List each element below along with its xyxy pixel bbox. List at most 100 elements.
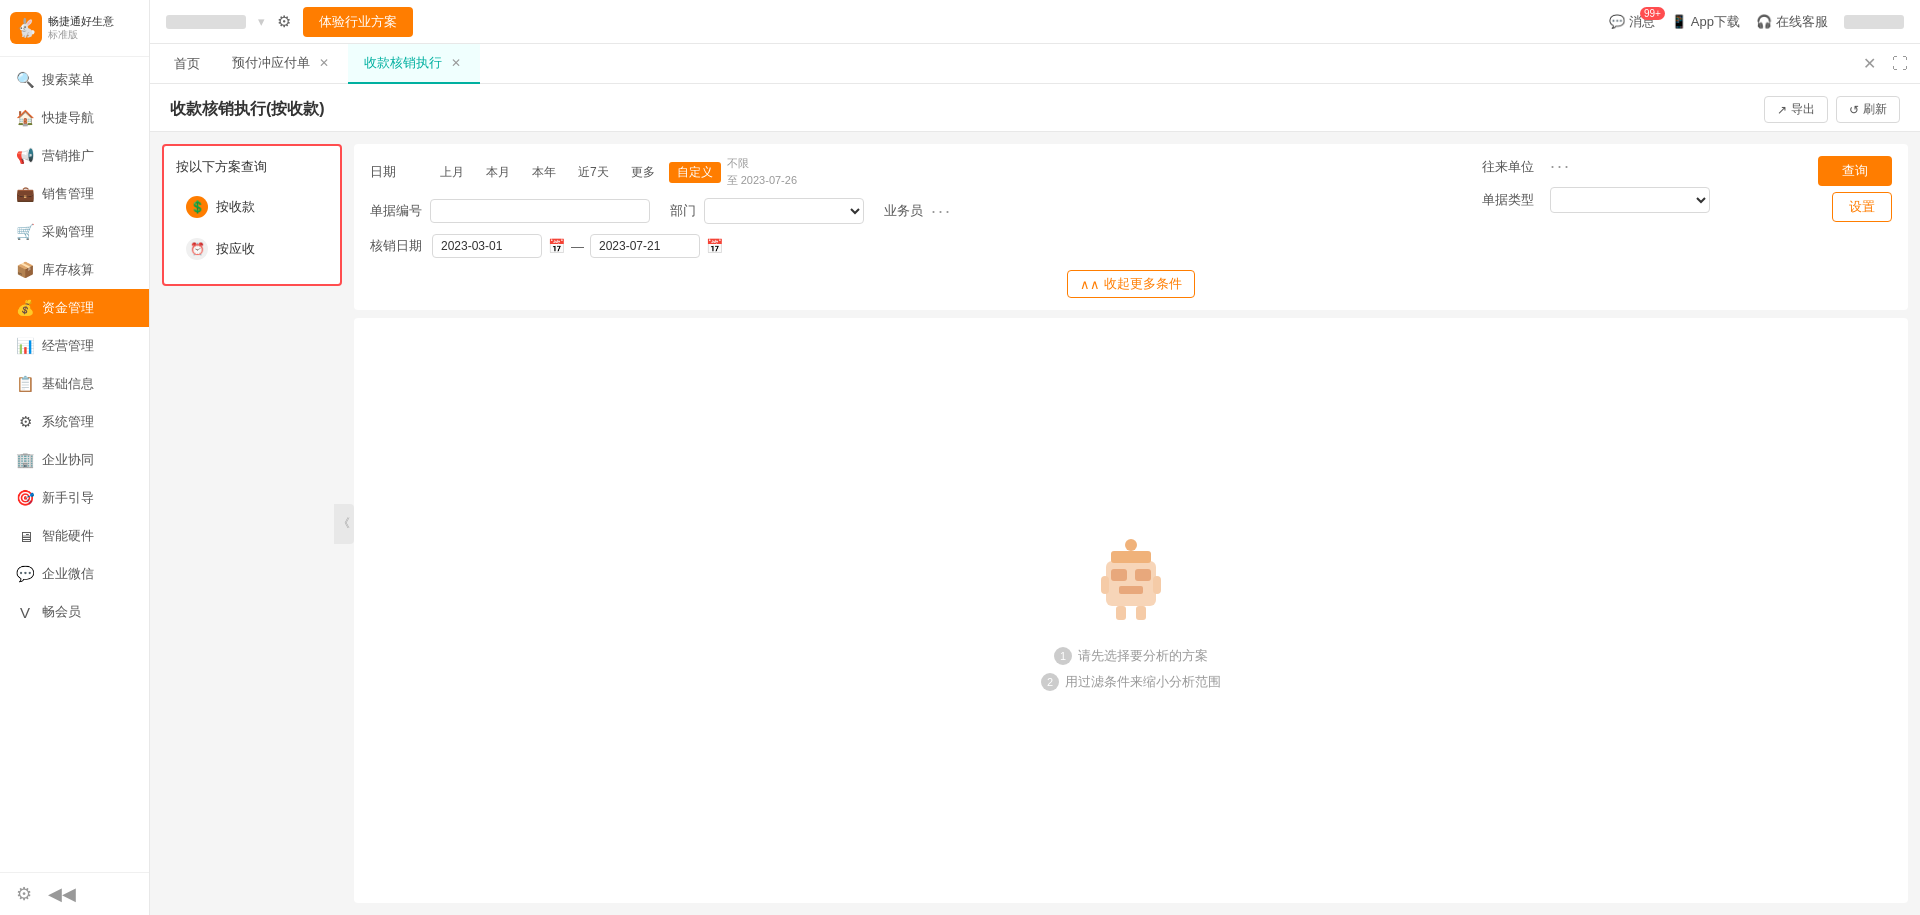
tab-home[interactable]: 首页 (158, 44, 216, 84)
page-header-actions: ↗ 导出 ↺ 刷新 (1764, 96, 1900, 123)
date-until-label: 至 2023-07-26 (727, 173, 797, 188)
sidebar-item-label: 畅会员 (42, 603, 81, 621)
order-type-group: 单据类型 (1482, 187, 1802, 213)
solution-button[interactable]: 体验行业方案 (303, 7, 413, 37)
sidebar-item-base-info[interactable]: 📋 基础信息 (0, 365, 149, 403)
order-no-input[interactable] (430, 199, 650, 223)
sidebar-item-label: 快捷导航 (42, 109, 94, 127)
online-service[interactable]: 🎧 在线客服 (1756, 13, 1828, 31)
dept-select[interactable] (704, 198, 864, 224)
cal-end-icon[interactable]: 📅 (706, 238, 723, 254)
empty-illustration (1081, 531, 1181, 631)
counterparty-group: 往来单位 ··· (1482, 156, 1802, 177)
main-area: ▾ ⚙ 体验行业方案 💬 消息 99+ 📱 App下载 🎧 在线客服 首页 (150, 0, 1920, 915)
this-year-btn[interactable]: 本年 (524, 162, 564, 183)
verify-date-start-input[interactable] (432, 234, 542, 258)
tabbar-actions: ✕ ⛶ (1859, 50, 1912, 77)
sidebar-item-business[interactable]: 📊 经营管理 (0, 327, 149, 365)
sidebar-item-inventory[interactable]: 📦 库存核算 (0, 251, 149, 289)
sidebar-item-hardware[interactable]: 🖥 智能硬件 (0, 517, 149, 555)
last-7days-btn[interactable]: 近7天 (570, 162, 617, 183)
not-limited-label: 不限 (727, 156, 797, 171)
sidebar-item-finance[interactable]: 💰 资金管理 (0, 289, 149, 327)
sidebar-item-marketing[interactable]: 📢 营销推广 (0, 137, 149, 175)
query-panel-title: 按以下方案查询 (176, 158, 328, 176)
svg-rect-3 (1119, 586, 1143, 594)
query-by-receipt[interactable]: 💲 按收款 (176, 188, 328, 226)
search-icon: 🔍 (16, 71, 34, 89)
tip-num-2: 2 (1041, 673, 1059, 691)
dept-label: 部门 (670, 202, 696, 220)
date-separator: — (571, 239, 584, 254)
right-content: 日期 上月 本月 本年 近7天 更多 自定义 (342, 132, 1920, 915)
receipt-icon: 💲 (186, 196, 208, 218)
settings-icon[interactable]: ⚙ (16, 883, 32, 905)
sidebar-item-sales[interactable]: 💼 销售管理 (0, 175, 149, 213)
sidebar-item-label: 营销推广 (42, 147, 94, 165)
member-icon: V (16, 603, 34, 621)
sidebar-item-enterprise[interactable]: 🏢 企业协同 (0, 441, 149, 479)
app-download[interactable]: 📱 App下载 (1671, 13, 1740, 31)
verify-date-end-input[interactable] (590, 234, 700, 258)
sidebar-item-label: 智能硬件 (42, 527, 94, 545)
settings-button[interactable]: 设置 (1832, 192, 1892, 222)
sidebar-item-wechat[interactable]: 💬 企业微信 (0, 555, 149, 593)
query-button[interactable]: 查询 (1818, 156, 1892, 186)
sidebar-item-quick-nav[interactable]: 🏠 快捷导航 (0, 99, 149, 137)
date-label: 日期 (370, 163, 426, 181)
query-by-receivable[interactable]: ⏰ 按应收 (176, 230, 328, 268)
more-conditions-toggle[interactable]: ∧∧ 收起更多条件 (1067, 270, 1195, 298)
tab-close-receipt[interactable]: ✕ (448, 55, 464, 71)
sidebar-item-label: 搜索菜单 (42, 71, 94, 89)
sidebar-item-label: 库存核算 (42, 261, 94, 279)
sidebar-item-beginner[interactable]: 🎯 新手引导 (0, 479, 149, 517)
logo-text: 畅捷通好生意 (48, 14, 114, 28)
topbar-gear-icon[interactable]: ⚙ (277, 12, 291, 31)
refresh-icon: ↺ (1849, 103, 1859, 117)
sidebar-item-system[interactable]: ⚙ 系统管理 (0, 403, 149, 441)
sidebar-item-label: 经营管理 (42, 337, 94, 355)
sidebar-item-purchase[interactable]: 🛒 采购管理 (0, 213, 149, 251)
cal-start-icon[interactable]: 📅 (548, 238, 565, 254)
export-button[interactable]: ↗ 导出 (1764, 96, 1828, 123)
collapse-icon[interactable]: ◀◀ (48, 883, 76, 905)
order-no-label: 单据编号 (370, 202, 422, 220)
sidebar-item-label: 企业微信 (42, 565, 94, 583)
custom-date-badge[interactable]: 自定义 (669, 162, 721, 183)
panel-collapse-button[interactable]: 《 (334, 504, 354, 544)
svg-rect-7 (1136, 606, 1146, 620)
query-panel: 按以下方案查询 💲 按收款 ⏰ 按应收 (162, 144, 342, 286)
order-type-select[interactable] (1550, 187, 1710, 213)
sidebar-item-search[interactable]: 🔍 搜索菜单 (0, 61, 149, 99)
main-content-area: 按以下方案查询 💲 按收款 ⏰ 按应收 《 (150, 132, 1920, 915)
tab-receipt-verify[interactable]: 收款核销执行 ✕ (348, 44, 480, 84)
this-month-btn[interactable]: 本月 (478, 162, 518, 183)
tab-prepay[interactable]: 预付冲应付单 ✕ (216, 44, 348, 84)
service-icon: 🎧 (1756, 14, 1772, 29)
chevron-up-icon: ∧∧ (1080, 277, 1100, 292)
sidebar-item-label: 系统管理 (42, 413, 94, 431)
staff-picker-btn[interactable]: ··· (931, 201, 952, 222)
wechat-icon: 💬 (16, 565, 34, 583)
receivable-icon: ⏰ (186, 238, 208, 260)
base-info-icon: 📋 (16, 375, 34, 393)
filter-actions: 查询 设置 (1818, 156, 1892, 222)
marketing-icon: 📢 (16, 147, 34, 165)
more-date-btn[interactable]: 更多 (623, 162, 663, 183)
refresh-button[interactable]: ↺ 刷新 (1836, 96, 1900, 123)
content-area: 收款核销执行(按收款) ↗ 导出 ↺ 刷新 按以下方案查询 (150, 84, 1920, 915)
filter-panel: 日期 上月 本月 本年 近7天 更多 自定义 (354, 144, 1908, 310)
last-month-btn[interactable]: 上月 (432, 162, 472, 183)
tab-expand-icon[interactable]: ⛶ (1888, 51, 1912, 77)
tabbar: 首页 预付冲应付单 ✕ 收款核销执行 ✕ ✕ ⛶ (150, 44, 1920, 84)
sidebar-bottom: ⚙ ◀◀ (0, 872, 149, 915)
counterparty-picker-btn[interactable]: ··· (1550, 156, 1571, 177)
counterparty-label: 往来单位 (1482, 158, 1534, 176)
export-icon: ↗ (1777, 103, 1787, 117)
message-badge[interactable]: 💬 消息 99+ (1609, 13, 1655, 31)
tab-close-prepay[interactable]: ✕ (316, 55, 332, 71)
sidebar-item-label: 企业协同 (42, 451, 94, 469)
sidebar-item-member[interactable]: V 畅会员 (0, 593, 149, 631)
svg-rect-1 (1111, 569, 1127, 581)
tab-close-all-icon[interactable]: ✕ (1859, 50, 1880, 77)
